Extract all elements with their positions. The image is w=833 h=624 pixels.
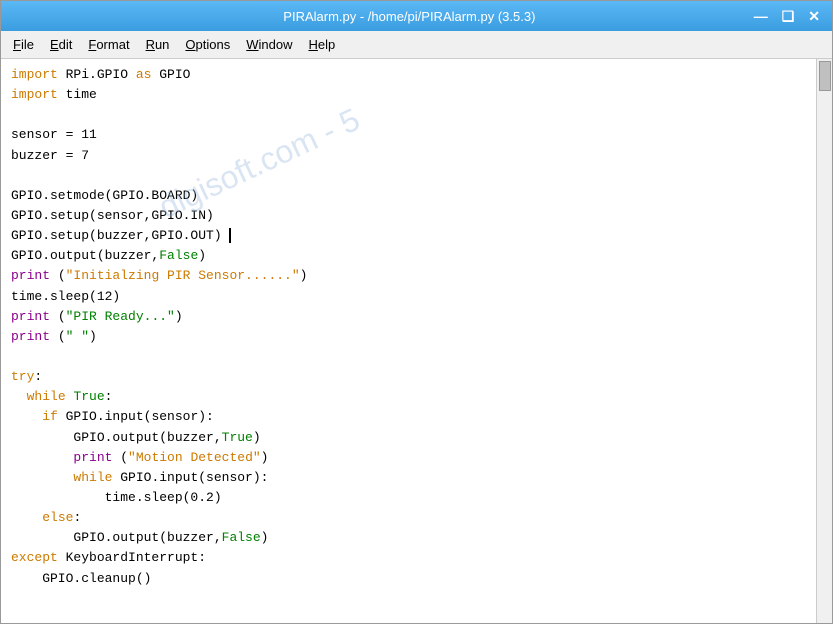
menu-run[interactable]: Run [138,34,178,55]
code-line: print ("Motion Detected") [11,448,806,468]
menu-edit[interactable]: Edit [42,34,80,55]
code-line: import RPi.GPIO as GPIO [11,65,806,85]
code-line: while True: [11,387,806,407]
scrollbar-thumb[interactable] [819,61,831,91]
code-line: sensor = 11 [11,125,806,145]
code-line: if GPIO.input(sensor): [11,407,806,427]
code-line: GPIO.output(buzzer,False) [11,246,806,266]
code-line: GPIO.output(buzzer,False) [11,528,806,548]
code-line: GPIO.setup(buzzer,GPIO.OUT) [11,226,806,246]
maximize-button[interactable]: ❑ [778,8,799,25]
code-line: try: [11,367,806,387]
close-button[interactable]: ✕ [804,8,824,25]
code-line: while GPIO.input(sensor): [11,468,806,488]
code-line: GPIO.setup(sensor,GPIO.IN) [11,206,806,226]
code-line [11,166,806,186]
code-line: print (" ") [11,327,806,347]
menu-format[interactable]: Format [80,34,137,55]
scrollbar-vertical[interactable] [816,59,832,623]
code-line: time.sleep(12) [11,287,806,307]
code-line: print ("Initialzing PIR Sensor......") [11,266,806,286]
window-controls: — ❑ ✕ [750,8,824,25]
code-line: print ("PIR Ready...") [11,307,806,327]
code-line: import time [11,85,806,105]
code-line [11,105,806,125]
menu-help[interactable]: Help [301,34,344,55]
code-line: GPIO.output(buzzer,True) [11,428,806,448]
menu-options[interactable]: Options [177,34,238,55]
main-window: PIRAlarm.py - /home/pi/PIRAlarm.py (3.5.… [0,0,833,624]
code-editor[interactable]: digisoft.com - 5 import RPi.GPIO as GPIO… [1,59,816,623]
code-line: else: [11,508,806,528]
code-line: GPIO.cleanup() [11,569,806,589]
menu-window[interactable]: Window [238,34,300,55]
editor-area[interactable]: digisoft.com - 5 import RPi.GPIO as GPIO… [1,59,832,623]
code-line: GPIO.setmode(GPIO.BOARD) [11,186,806,206]
minimize-button[interactable]: — [750,8,772,25]
code-line: buzzer = 7 [11,146,806,166]
menu-bar: File Edit Format Run Options Window Help [1,31,832,59]
code-line: except KeyboardInterrupt: [11,548,806,568]
code-line: time.sleep(0.2) [11,488,806,508]
code-line [11,347,806,367]
window-title: PIRAlarm.py - /home/pi/PIRAlarm.py (3.5.… [69,9,750,24]
menu-file[interactable]: File [5,34,42,55]
title-bar: PIRAlarm.py - /home/pi/PIRAlarm.py (3.5.… [1,1,832,31]
